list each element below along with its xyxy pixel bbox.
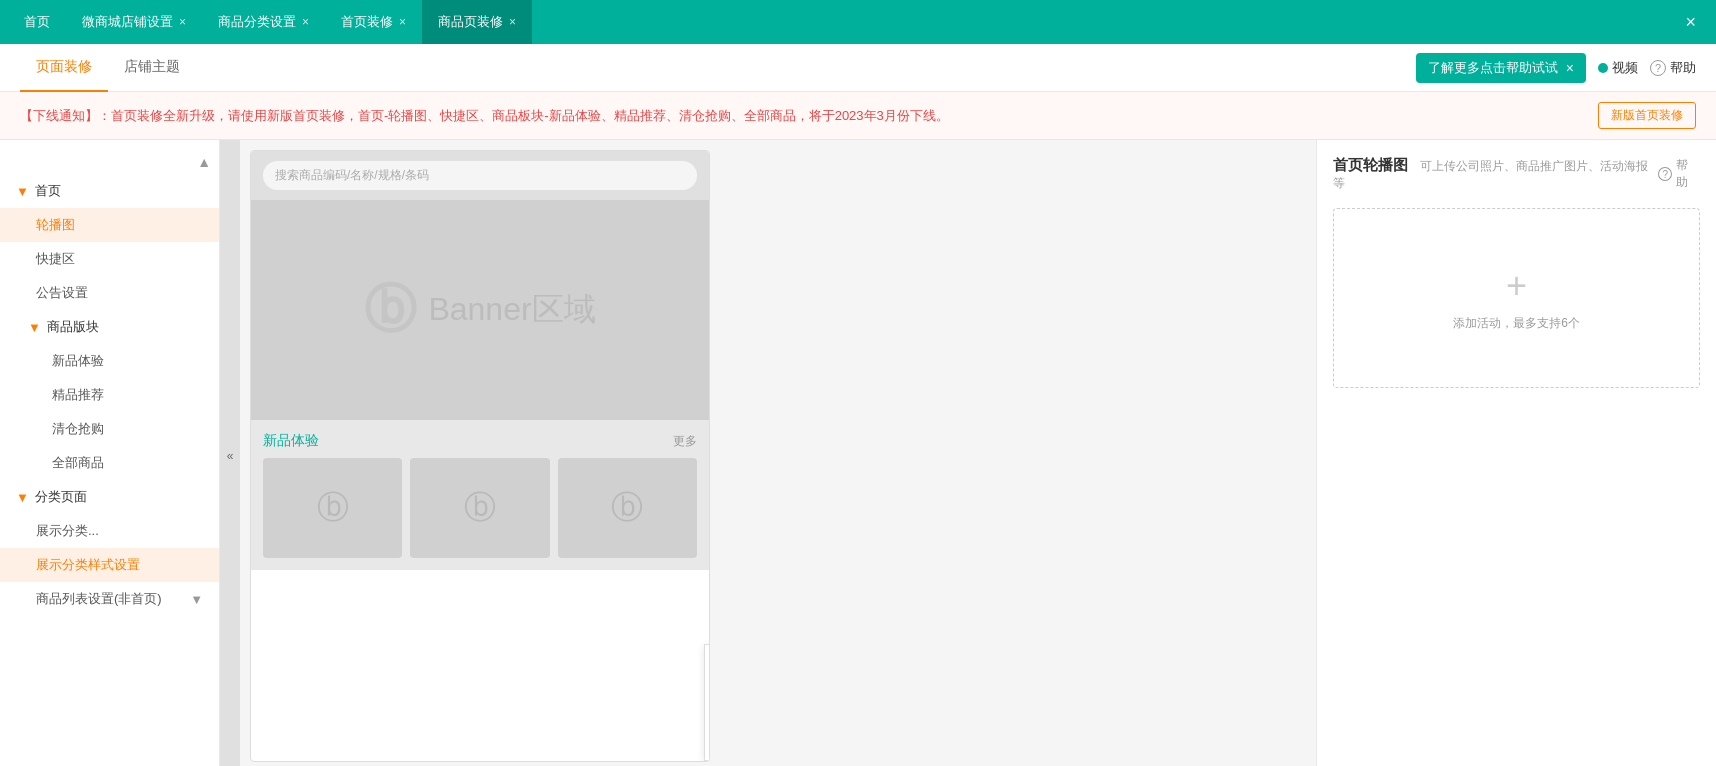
product-icon-3: ⓑ [611,486,643,530]
tab-home[interactable]: 首页 [8,0,66,44]
phone-search-input: 搜索商品编码/名称/规格/条码 [263,161,697,190]
add-activity-area[interactable]: + 添加活动，最多支持6个 [1333,208,1700,388]
phone-search-bar: 搜索商品编码/名称/规格/条码 [251,151,709,200]
right-panel-header: 首页轮播图 可上传公司照片、商品推广图片、活动海报等 ? 帮助 [1333,156,1700,192]
tab-category-settings[interactable]: 商品分类设置 × [202,0,325,44]
collapse-left-icon: « [227,449,234,463]
close-tab-product-decoration[interactable]: × [509,15,516,29]
main-layout: ▲ ▼ 首页 轮播图 快捷区 公告设置 ▼ 商品版块 新品体验 精品推荐 清仓抢… [0,140,1716,766]
sidebar-section-category[interactable]: ▼ 分类页面 [0,480,219,514]
banner-logo-icon: ⓑ [364,275,416,345]
arrow-down-category-icon: ▼ [16,490,29,505]
close-tab-store-settings[interactable]: × [179,15,186,29]
help-button[interactable]: ? 帮助 [1650,59,1696,77]
phone-new-experience-section: 新品体验 更多 ⓑ ⓑ ⓑ [251,420,709,570]
arrow-down-products-icon: ▼ [28,320,41,335]
tab-store-settings[interactable]: 微商城店铺设置 × [66,0,202,44]
collapse-arrow-up[interactable]: ▲ [197,154,211,170]
sidebar-section-home[interactable]: ▼ 首页 [0,174,219,208]
sidebar-item-notice[interactable]: 公告设置 [0,276,219,310]
phone-products-row: ⓑ ⓑ ⓑ [263,458,697,558]
window-close-button[interactable]: × [1673,12,1708,33]
sidebar-item-shortcut[interactable]: 快捷区 [0,242,219,276]
new-version-button[interactable]: 新版首页装修 [1598,102,1696,129]
sidebar-item-clearance[interactable]: 清仓抢购 [0,412,219,446]
phone-section-header: 新品体验 更多 [263,432,697,450]
notice-text: 【下线通知】：首页装修全新升级，请使用新版首页装修，首页-轮播图、快捷区、商品板… [20,107,1586,125]
right-panel-help-button[interactable]: ? 帮助 [1658,157,1700,191]
sub-tab-right-actions: 了解更多点击帮助试试 × 视频 ? 帮助 [1416,53,1696,83]
tab-product-decoration[interactable]: 商品页装修 × [422,0,532,44]
video-icon [1598,63,1608,73]
add-area-label: 添加活动，最多支持6个 [1453,315,1580,332]
right-panel: 首页轮播图 可上传公司照片、商品推广图片、活动海报等 ? 帮助 + 添加活动，最… [1316,140,1716,766]
sidebar-item-new-experience[interactable]: 新品体验 [0,344,219,378]
help-banner-close[interactable]: × [1566,60,1574,76]
sidebar-item-category-style[interactable]: 展示分类样式设置 [0,548,219,582]
tab-home-decoration[interactable]: 首页装修 × [325,0,422,44]
question-icon: ? [1650,60,1666,76]
phone-preview: 搜索商品编码/名称/规格/条码 ⓑ Banner区域 新品体验 更多 ⓑ [250,150,710,762]
sidebar-item-show-category[interactable]: 展示分类... [0,514,219,548]
right-panel-title-group: 首页轮播图 可上传公司照片、商品推广图片、活动海报等 [1333,156,1658,192]
sub-tab-page-decoration[interactable]: 页面装修 [20,45,108,92]
sidebar-item-all-products[interactable]: 全部商品 [0,446,219,480]
product-icon-1: ⓑ [317,486,349,530]
banner-logo: ⓑ Banner区域 [364,275,595,345]
phone-section-title: 新品体验 [263,432,319,450]
sub-tab-store-theme[interactable]: 店铺主题 [108,45,196,92]
sidebar-collapse-button[interactable]: « [220,140,240,766]
sidebar-section-products[interactable]: ▼ 商品版块 [0,310,219,344]
qr-code-overlay: 扫码预览效果 [704,644,710,761]
plus-icon: + [1506,265,1527,307]
center-preview: 搜索商品编码/名称/规格/条码 ⓑ Banner区域 新品体验 更多 ⓑ [240,140,1316,766]
sidebar-item-quality-recommend[interactable]: 精品推荐 [0,378,219,412]
video-button[interactable]: 视频 [1598,59,1638,77]
phone-banner-area: ⓑ Banner区域 [251,200,709,420]
sidebar-item-banner[interactable]: 轮播图 [0,208,219,242]
question-mark-icon: ? [1658,167,1672,181]
notice-bar: 【下线通知】：首页装修全新升级，请使用新版首页装修，首页-轮播图、快捷区、商品板… [0,92,1716,140]
tab-bar: 首页 微商城店铺设置 × 商品分类设置 × 首页装修 × 商品页装修 × × [0,0,1716,44]
sidebar-item-product-list[interactable]: 商品列表设置(非首页) ▼ [0,582,219,616]
phone-section-more: 更多 [673,433,697,450]
phone-product-card-3: ⓑ [558,458,697,558]
sub-tab-bar: 页面装修 店铺主题 了解更多点击帮助试试 × 视频 ? 帮助 [0,44,1716,92]
product-icon-2: ⓑ [464,486,496,530]
right-panel-title: 首页轮播图 [1333,156,1408,173]
phone-product-card-1: ⓑ [263,458,402,558]
expand-icon: ▼ [190,592,203,607]
close-tab-home-decoration[interactable]: × [399,15,406,29]
sidebar: ▲ ▼ 首页 轮播图 快捷区 公告设置 ▼ 商品版块 新品体验 精品推荐 清仓抢… [0,140,220,766]
close-tab-category-settings[interactable]: × [302,15,309,29]
arrow-down-icon: ▼ [16,184,29,199]
banner-text: Banner区域 [428,288,595,332]
phone-product-card-2: ⓑ [410,458,549,558]
help-banner[interactable]: 了解更多点击帮助试试 × [1416,53,1586,83]
